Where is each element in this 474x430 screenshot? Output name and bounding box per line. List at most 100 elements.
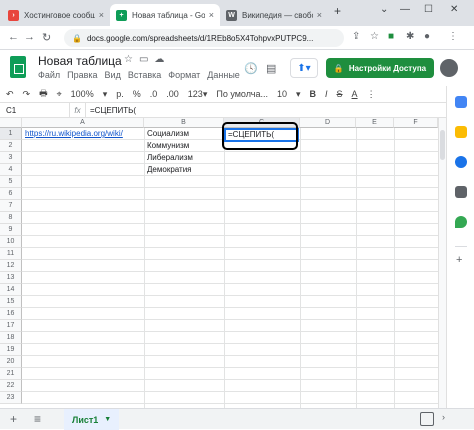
collapse-panel-icon[interactable]: › — [442, 412, 445, 422]
menu-item-insert[interactable]: Вставка — [128, 70, 161, 80]
currency-format-button[interactable]: р. — [116, 89, 124, 99]
zoom-select[interactable]: 100% — [71, 89, 94, 99]
row-header[interactable]: 10 — [0, 236, 22, 248]
document-title[interactable]: Новая таблица — [38, 54, 122, 68]
row-header[interactable]: 11 — [0, 248, 22, 260]
cloud-icon[interactable]: ☁ — [154, 54, 170, 65]
zoom-chevron-icon[interactable]: ▾ — [103, 89, 108, 100]
spreadsheet-grid[interactable]: A B C D E F 1 2 3 4 5 6 7 8 9 10 11 12 13 14 15 16 17 18 1… — [0, 118, 438, 408]
new-tab-button[interactable]: + — [334, 4, 341, 18]
row-header[interactable]: 18 — [0, 332, 22, 344]
row-header[interactable]: 7 — [0, 200, 22, 212]
tasks-icon[interactable] — [455, 156, 467, 168]
row-header[interactable]: 21 — [0, 368, 22, 380]
cell-a1[interactable]: https://ru.wikipedia.org/wiki/ — [22, 128, 123, 140]
avatar[interactable] — [440, 59, 458, 77]
browser-tab-wikipedia[interactable]: W Википедия — свобод × — [220, 4, 328, 26]
contacts-icon[interactable] — [455, 186, 467, 198]
share-button[interactable]: 🔒 Настройки Доступа — [326, 58, 434, 78]
row-header[interactable]: 13 — [0, 272, 22, 284]
row-header[interactable]: 4 — [0, 164, 22, 176]
strikethrough-button[interactable]: S — [337, 89, 343, 99]
all-sheets-icon[interactable]: ≡ — [34, 412, 41, 426]
maximize-icon[interactable]: ☐ — [424, 4, 433, 15]
kebab-menu-icon[interactable]: ⋮ — [448, 31, 458, 42]
vertical-scrollbar[interactable] — [438, 118, 446, 408]
more-formats-select[interactable]: 123▾ — [188, 89, 208, 100]
explore-icon[interactable] — [420, 412, 434, 426]
add-on-plus-icon[interactable]: + — [456, 254, 462, 266]
browser-tab-hosting[interactable]: › Хостинговое сообщ × — [2, 4, 110, 26]
calendar-icon[interactable] — [455, 96, 467, 108]
menu-item-format[interactable]: Формат — [168, 70, 200, 80]
percent-format-button[interactable]: % — [133, 89, 141, 99]
chevron-down-icon[interactable]: ⌄ — [380, 4, 388, 15]
font-select[interactable]: По умолча... — [216, 89, 268, 99]
forward-icon[interactable]: → — [24, 31, 35, 43]
font-size-select[interactable]: 10 — [277, 89, 287, 99]
row-header[interactable]: 15 — [0, 296, 22, 308]
column-header-b[interactable]: B — [144, 118, 224, 128]
url-input[interactable]: 🔒 docs.google.com/spreadsheets/d/1REb8o5… — [64, 29, 344, 47]
row-header[interactable]: 19 — [0, 344, 22, 356]
undo-icon[interactable]: ↶ — [6, 89, 14, 100]
print-icon[interactable]: 🖶 — [39, 86, 48, 102]
font-size-chevron-icon[interactable]: ▾ — [296, 89, 301, 100]
cell-b3[interactable]: Либерализм — [144, 152, 193, 164]
row-header[interactable]: 8 — [0, 212, 22, 224]
more-icon[interactable]: ⋮ — [367, 89, 376, 100]
column-header-a[interactable]: A — [22, 118, 144, 128]
column-header-e[interactable]: E — [356, 118, 394, 128]
back-icon[interactable]: ← — [8, 31, 19, 43]
formula-input[interactable]: =СЦЕПИТЬ( — [86, 106, 136, 115]
cell-b2[interactable]: Коммунизм — [144, 140, 189, 152]
row-header[interactable]: 1 — [0, 128, 22, 140]
reload-icon[interactable]: ↻ — [42, 31, 51, 44]
profile-icon[interactable]: ● — [424, 31, 430, 42]
increase-decimal-button[interactable]: .00 — [166, 89, 179, 99]
bold-button[interactable]: B — [310, 89, 317, 99]
scrollbar-thumb[interactable] — [440, 130, 445, 160]
chevron-down-icon[interactable]: ▼ — [104, 416, 111, 423]
row-header[interactable]: 20 — [0, 356, 22, 368]
decrease-decimal-button[interactable]: .0 — [150, 89, 158, 99]
row-header[interactable]: 17 — [0, 320, 22, 332]
row-header[interactable]: 6 — [0, 188, 22, 200]
star-icon[interactable]: ☆ — [124, 54, 139, 65]
maps-icon[interactable] — [455, 216, 467, 228]
row-header[interactable]: 9 — [0, 224, 22, 236]
row-header[interactable]: 12 — [0, 260, 22, 272]
cell-b4[interactable]: Демократия — [144, 164, 192, 176]
puzzle-icon[interactable]: ✱ — [406, 31, 414, 42]
bookmark-star-icon[interactable]: ☆ — [370, 31, 379, 42]
close-icon[interactable]: × — [209, 10, 214, 20]
row-header[interactable]: 22 — [0, 380, 22, 392]
row-header[interactable]: 5 — [0, 176, 22, 188]
column-header-f[interactable]: F — [394, 118, 438, 128]
browser-tab-sheets[interactable]: + Новая таблица - Goo × — [110, 4, 220, 26]
column-header-d[interactable]: D — [300, 118, 356, 128]
sheet-tab-list1[interactable]: Лист1 ▼ — [64, 409, 120, 430]
close-icon[interactable]: × — [317, 10, 322, 20]
menu-item-view[interactable]: Вид — [105, 70, 121, 80]
move-folder-icon[interactable]: ▭ — [139, 54, 154, 65]
redo-icon[interactable]: ↷ — [23, 89, 31, 100]
name-box[interactable]: C1 — [0, 103, 70, 117]
comment-icon[interactable]: ▤ — [266, 62, 276, 75]
close-icon[interactable]: × — [99, 10, 104, 20]
add-sheet-icon[interactable]: + — [10, 412, 17, 426]
menu-item-file[interactable]: Файл — [38, 70, 60, 80]
window-close-icon[interactable]: ✕ — [450, 4, 458, 15]
keep-icon[interactable] — [455, 126, 467, 138]
sheets-logo-icon[interactable] — [10, 56, 26, 78]
minimize-icon[interactable]: — — [400, 4, 410, 15]
share-icon[interactable]: ⇪ — [352, 31, 360, 42]
select-all-corner[interactable] — [0, 118, 22, 128]
present-button[interactable]: ⬆▾ — [290, 58, 318, 78]
row-header[interactable]: 2 — [0, 140, 22, 152]
row-header[interactable]: 3 — [0, 152, 22, 164]
italic-button[interactable]: I — [325, 89, 328, 99]
menu-item-data[interactable]: Данные — [207, 70, 240, 80]
history-icon[interactable]: 🕓 — [244, 62, 258, 75]
cell-b1[interactable]: Социализм — [144, 128, 189, 140]
